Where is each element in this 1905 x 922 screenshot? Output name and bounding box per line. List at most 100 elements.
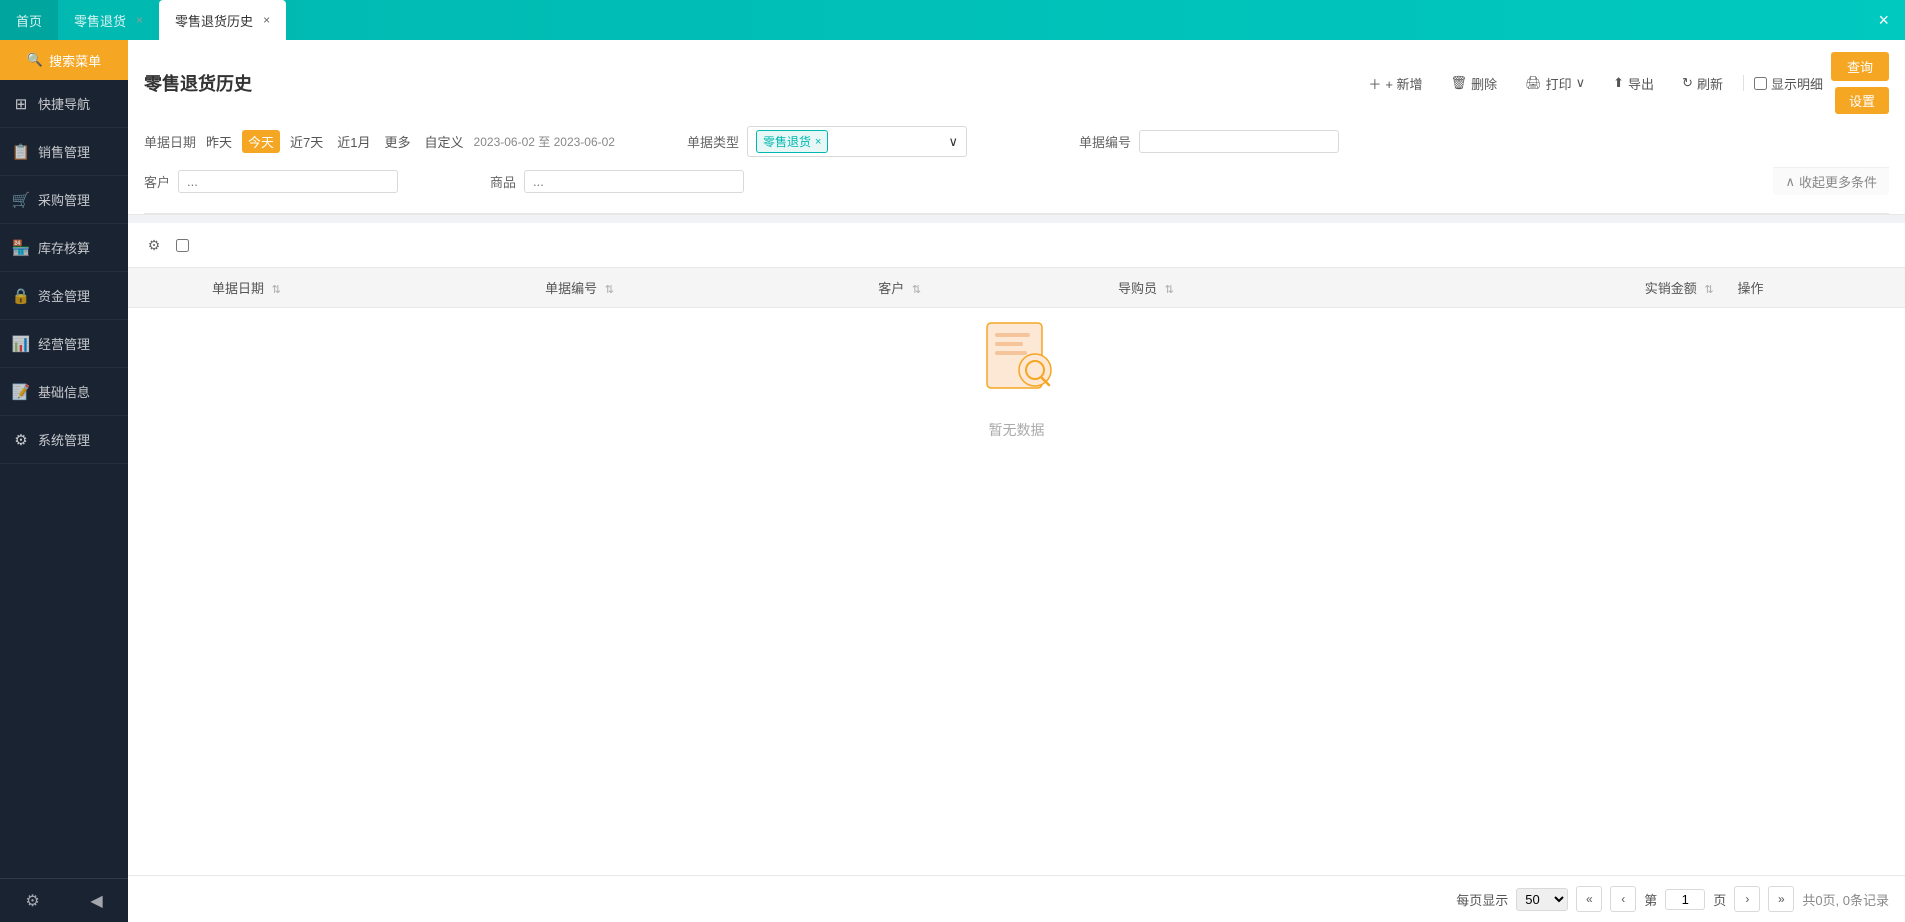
date-option-custom[interactable]: 自定义 xyxy=(421,130,468,153)
delete-button[interactable]: 🗑 删除 xyxy=(1441,69,1508,98)
sort-icon-date: ⇅ xyxy=(272,284,281,296)
settings-icon[interactable]: ⚙ xyxy=(25,891,39,911)
sidebar: 🔍 搜索菜单 ⊞ 快捷导航 📋 销售管理 🛒 采购管理 🏪 库存核算 🔒 xyxy=(0,40,128,922)
sidebar-search-label: 搜索菜单 xyxy=(49,51,101,70)
type-select[interactable]: 零售退货 × ∨ xyxy=(747,126,967,157)
tab-retail-return-close[interactable]: × xyxy=(136,13,143,27)
show-detail-label: 显示明细 xyxy=(1771,74,1823,93)
sidebar-item-inventory[interactable]: 🏪 库存核算 xyxy=(0,224,128,272)
sidebar-item-quick-nav[interactable]: ⊞ 快捷导航 xyxy=(0,80,128,128)
sidebar-item-operations[interactable]: 📊 经营管理 xyxy=(0,320,128,368)
system-mgmt-icon: ⚙ xyxy=(12,431,30,449)
operations-icon: 📊 xyxy=(12,335,30,353)
date-option-yesterday[interactable]: 昨天 xyxy=(202,130,236,153)
sidebar-item-finance[interactable]: 🔒 资金管理 xyxy=(0,272,128,320)
toolbar: ＋ + 新增 🗑 删除 🖨 打印 ∨ ⬆ 导出 xyxy=(1358,52,1889,114)
goods-input-wrapper xyxy=(524,170,744,193)
refresh-icon: ↻ xyxy=(1682,75,1693,91)
collapse-label: 收起更多条件 xyxy=(1799,172,1877,191)
tab-home[interactable]: 首页 xyxy=(0,0,58,40)
quick-nav-icon: ⊞ xyxy=(12,95,30,113)
sidebar-item-purchase-mgmt[interactable]: 🛒 采购管理 xyxy=(0,176,128,224)
date-option-1month[interactable]: 近1月 xyxy=(333,130,374,153)
last-page-button[interactable]: » xyxy=(1768,886,1794,912)
table-settings-icon-btn[interactable]: ⚙ xyxy=(140,231,168,259)
collapse-sidebar-icon[interactable]: ◀ xyxy=(90,891,102,911)
new-button[interactable]: ＋ + 新增 xyxy=(1358,69,1432,98)
date-option-today[interactable]: 今天 xyxy=(242,130,280,153)
type-filter-item: 单据类型 零售退货 × ∨ xyxy=(687,126,1007,157)
query-button[interactable]: 查询 xyxy=(1831,52,1889,81)
data-table: 单据日期 ⇅ 单据编号 ⇅ 客户 ⇅ 导购员 ⇅ xyxy=(128,268,1905,308)
tab-retail-return-history-close[interactable]: × xyxy=(263,13,270,27)
th-number[interactable]: 单据编号 ⇅ xyxy=(533,268,866,308)
sort-icon-number: ⇅ xyxy=(605,284,614,296)
new-icon: ＋ xyxy=(1368,74,1381,93)
date-filter-label: 单据日期 xyxy=(144,132,196,151)
sidebar-item-sales-mgmt[interactable]: 📋 销售管理 xyxy=(0,128,128,176)
prev-page-button[interactable]: ‹ xyxy=(1610,886,1636,912)
tab-retail-return-history-label: 零售退货历史 xyxy=(175,11,253,30)
new-label: + 新增 xyxy=(1385,74,1422,93)
th-amount[interactable]: 实销金额 ⇅ xyxy=(1392,268,1725,308)
tab-retail-return-history[interactable]: 零售退货历史 × xyxy=(159,0,286,40)
sales-mgmt-icon: 📋 xyxy=(12,143,30,161)
type-dropdown-icon: ∨ xyxy=(948,134,958,150)
print-icon: 🖨 xyxy=(1525,75,1542,91)
th-date[interactable]: 单据日期 ⇅ xyxy=(200,268,533,308)
tab-home-label: 首页 xyxy=(16,11,42,30)
page-number-input[interactable] xyxy=(1665,889,1705,910)
main-layout: 🔍 搜索菜单 ⊞ 快捷导航 📋 销售管理 🛒 采购管理 🏪 库存核算 🔒 xyxy=(0,40,1905,922)
page-size-select[interactable]: 50 100 200 xyxy=(1516,888,1568,911)
date-option-7days[interactable]: 近7天 xyxy=(286,130,327,153)
sidebar-bottom: ⚙ ◀ xyxy=(0,878,128,922)
show-detail-checkbox-input[interactable] xyxy=(1754,77,1767,90)
window-close-button[interactable]: × xyxy=(1862,0,1905,40)
sort-icon-guide: ⇅ xyxy=(1165,284,1174,296)
sidebar-item-finance-label: 资金管理 xyxy=(38,286,90,305)
empty-state: 暂无数据 xyxy=(128,308,1905,440)
sidebar-item-basic-info-label: 基础信息 xyxy=(38,382,90,401)
sidebar-item-system-mgmt[interactable]: ⚙ 系统管理 xyxy=(0,416,128,464)
table-area: ⚙ 单据日期 ⇅ 单据编号 ⇅ xyxy=(128,223,1905,875)
page-title-row: 零售退货历史 ＋ + 新增 🗑 删除 🖨 打印 ∨ xyxy=(144,52,1889,114)
date-filter-options: 昨天 今天 近7天 近1月 更多 自定义 xyxy=(202,130,468,153)
delete-icon: 🗑 xyxy=(1451,75,1468,91)
type-tag-close[interactable]: × xyxy=(815,136,821,148)
number-filter-label: 单据编号 xyxy=(1079,132,1131,151)
pagination-bar: 每页显示 50 100 200 « ‹ 第 页 › » 共0页, 0条记录 xyxy=(128,875,1905,922)
finance-icon: 🔒 xyxy=(12,287,30,305)
delete-label: 删除 xyxy=(1471,74,1497,93)
sort-icon-customer: ⇅ xyxy=(912,284,921,296)
purchase-mgmt-icon: 🛒 xyxy=(12,191,30,209)
top-bar: 首页 零售退货 × 零售退货历史 × × xyxy=(0,0,1905,40)
print-button[interactable]: 🖨 打印 ∨ xyxy=(1515,69,1595,98)
type-select-value: 零售退货 × xyxy=(756,130,828,153)
select-all-checkbox[interactable] xyxy=(176,239,189,252)
date-option-more[interactable]: 更多 xyxy=(381,130,415,153)
th-guide[interactable]: 导购员 ⇅ xyxy=(1106,268,1392,308)
sidebar-search[interactable]: 🔍 搜索菜单 xyxy=(0,40,128,80)
settings-button[interactable]: 设置 xyxy=(1835,87,1889,114)
search-icon: 🔍 xyxy=(27,52,43,68)
refresh-button[interactable]: ↻ 刷新 xyxy=(1672,69,1733,98)
sidebar-item-basic-info[interactable]: 📝 基础信息 xyxy=(0,368,128,416)
next-page-button[interactable]: › xyxy=(1734,886,1760,912)
top-bar-spacer xyxy=(286,0,1862,40)
tab-retail-return[interactable]: 零售退货 × xyxy=(58,0,159,40)
sidebar-item-inventory-label: 库存核算 xyxy=(38,238,90,257)
goods-input[interactable] xyxy=(533,174,735,189)
customer-input[interactable] xyxy=(187,174,389,189)
th-customer[interactable]: 客户 ⇅ xyxy=(866,268,1106,308)
collapse-button[interactable]: ∧ 收起更多条件 xyxy=(1773,167,1889,195)
basic-info-icon: 📝 xyxy=(12,383,30,401)
total-info: 共0页, 0条记录 xyxy=(1802,890,1889,909)
sidebar-nav: ⊞ 快捷导航 📋 销售管理 🛒 采购管理 🏪 库存核算 🔒 资金管理 📊 xyxy=(0,80,128,878)
export-button[interactable]: ⬆ 导出 xyxy=(1603,69,1664,98)
first-page-button[interactable]: « xyxy=(1576,886,1602,912)
show-detail-toggle[interactable]: 显示明细 xyxy=(1754,74,1823,93)
page-label: 页 xyxy=(1713,890,1726,909)
number-input[interactable] xyxy=(1148,134,1330,149)
export-label: 导出 xyxy=(1628,74,1654,93)
number-filter-item: 单据编号 xyxy=(1079,130,1339,153)
